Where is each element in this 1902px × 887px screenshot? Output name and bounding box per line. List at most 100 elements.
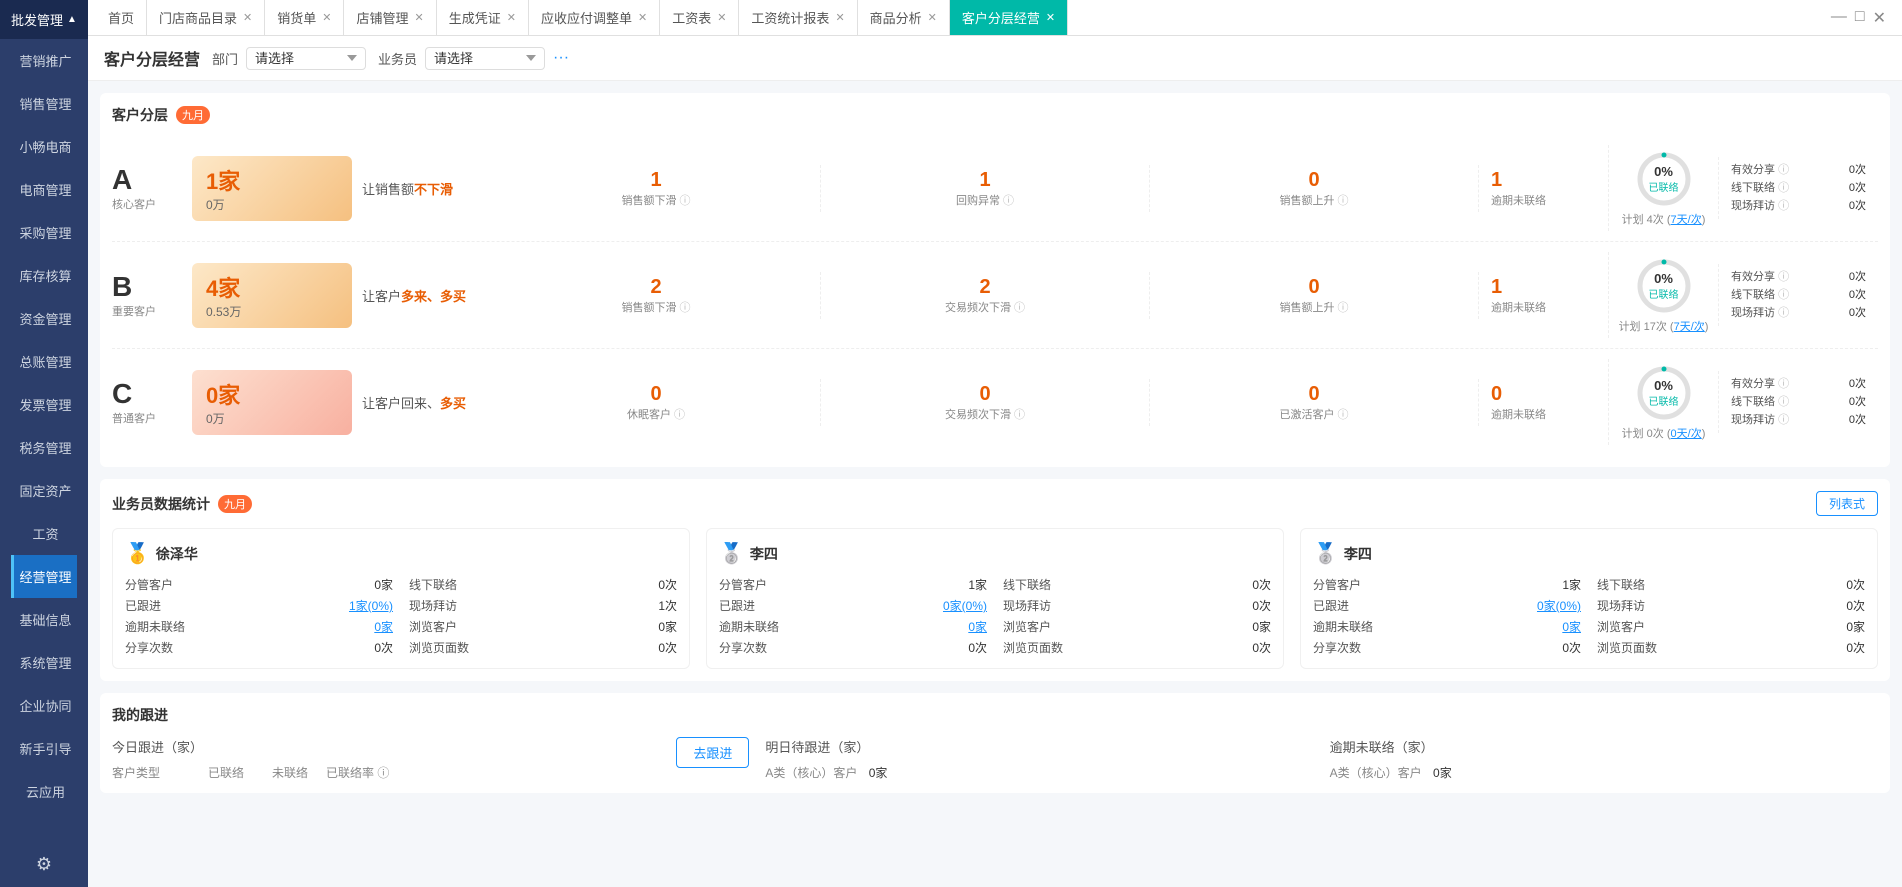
staff-stat-val[interactable]: 0家(0%) xyxy=(1537,597,1581,614)
stat-info-icon[interactable]: ⓘ xyxy=(680,192,691,208)
tab-close-icon[interactable]: ✕ xyxy=(1046,11,1055,24)
circle-sub: 已联络 xyxy=(1649,286,1679,301)
more-options-icon[interactable]: ··· xyxy=(553,49,569,67)
sidebar-item-经营管理[interactable]: 经营管理 xyxy=(11,555,76,598)
side-stat-row: 现场拜访 ⓘ0次 xyxy=(1731,411,1866,427)
staff-stat-val[interactable]: 0家 xyxy=(1562,618,1581,635)
tab-客户分层经营[interactable]: 客户分层经营✕ xyxy=(950,0,1068,36)
tier-count-block-C[interactable]: 0家 0万 xyxy=(192,362,352,443)
staff-stat-row: 浏览页面数0次 xyxy=(409,639,677,656)
tab-close-icon[interactable]: ✕ xyxy=(415,11,424,24)
tier-stat[interactable]: 1 销售额下滑 ⓘ xyxy=(492,165,820,212)
tier-stat[interactable]: 0 休眠客户 ⓘ xyxy=(492,379,820,426)
sidebar-item-固定资产[interactable]: 固定资产 xyxy=(11,469,76,512)
sidebar-item-基础信息[interactable]: 基础信息 xyxy=(11,598,76,641)
sidebar-item-库存核算[interactable]: 库存核算 xyxy=(11,254,76,297)
tab-生成凭证[interactable]: 生成凭证✕ xyxy=(437,0,529,36)
tab-应收应付调整单[interactable]: 应收应付调整单✕ xyxy=(529,0,660,36)
side-stat-info-icon[interactable]: ⓘ xyxy=(1778,307,1789,319)
staff-stat-row: 浏览页面数0次 xyxy=(1003,639,1271,656)
stat-label: 销售额上升 ⓘ xyxy=(1158,192,1470,208)
contact-num: 1 xyxy=(1491,169,1596,192)
tier-stat[interactable]: 2 销售额下滑 ⓘ xyxy=(492,272,820,319)
close-window-icon[interactable]: ✕ xyxy=(1873,8,1886,28)
sidebar-item-电商管理[interactable]: 电商管理 xyxy=(11,168,76,211)
stat-info-icon[interactable]: ⓘ xyxy=(674,406,685,422)
side-stat-info-icon[interactable]: ⓘ xyxy=(1778,271,1789,283)
side-stat-info-icon[interactable]: ⓘ xyxy=(1778,164,1789,176)
minimize-icon[interactable]: — xyxy=(1831,8,1847,28)
stat-label: 销售额下滑 ⓘ xyxy=(500,192,812,208)
staff-stat-val: 1家 xyxy=(968,576,987,593)
tab-close-icon[interactable]: ✕ xyxy=(507,11,516,24)
goto-followup-button[interactable]: 去跟进 xyxy=(676,737,749,768)
list-view-button[interactable]: 列表式 xyxy=(1816,491,1878,516)
stat-info-icon[interactable]: ⓘ xyxy=(680,299,691,315)
sidebar-settings-icon[interactable]: ⚙ xyxy=(0,842,88,887)
sidebar-item-采购管理[interactable]: 采购管理 xyxy=(11,211,76,254)
tier-contact-C[interactable]: 0 逾期未联络 xyxy=(1478,379,1608,426)
stat-info-icon[interactable]: ⓘ xyxy=(1338,299,1349,315)
staff-stat-val[interactable]: 0家 xyxy=(374,618,393,635)
tab-close-icon[interactable]: ✕ xyxy=(638,11,647,24)
sidebar-item-发票管理[interactable]: 发票管理 xyxy=(11,383,76,426)
stat-num: 2 xyxy=(500,276,812,299)
circle-plan-link[interactable]: 0天/次 xyxy=(1671,428,1702,440)
sidebar-item-小畅电商[interactable]: 小畅电商 xyxy=(11,125,76,168)
tab-close-icon[interactable]: ✕ xyxy=(928,11,937,24)
sidebar-header[interactable]: 批发管理 ▲ xyxy=(0,0,88,39)
sidebar-item-新手引导[interactable]: 新手引导 xyxy=(11,727,76,770)
tomorrow-followup-col: 明日待跟进（家） A类（核心）客户 0家 xyxy=(765,737,1313,781)
staff-stat-val[interactable]: 0家 xyxy=(968,618,987,635)
stat-info-icon[interactable]: ⓘ xyxy=(1338,192,1349,208)
tier-contact-A[interactable]: 1 逾期未联络 xyxy=(1478,165,1608,212)
stat-info-icon[interactable]: ⓘ xyxy=(1014,299,1025,315)
side-stat-info-icon[interactable]: ⓘ xyxy=(1778,200,1789,212)
sidebar-item-总账管理[interactable]: 总账管理 xyxy=(11,340,76,383)
tab-首页[interactable]: 首页 xyxy=(96,0,147,36)
side-stat-info-icon[interactable]: ⓘ xyxy=(1778,289,1789,301)
sidebar-item-云应用[interactable]: 云应用 xyxy=(11,770,76,813)
circle-plan-link[interactable]: 7天/次 xyxy=(1671,214,1702,226)
tab-商品分析[interactable]: 商品分析✕ xyxy=(858,0,950,36)
sidebar-item-工资[interactable]: 工资 xyxy=(11,512,76,555)
stat-info-icon[interactable]: ⓘ xyxy=(1003,192,1014,208)
side-stat-info-icon[interactable]: ⓘ xyxy=(1778,378,1789,390)
staff-stat-val[interactable]: 1家(0%) xyxy=(349,597,393,614)
sidebar-item-税务管理[interactable]: 税务管理 xyxy=(11,426,76,469)
sidebar-item-营销推广[interactable]: 营销推广 xyxy=(11,39,76,82)
sidebar-item-资金管理[interactable]: 资金管理 xyxy=(11,297,76,340)
staff-stat-val[interactable]: 0家(0%) xyxy=(943,597,987,614)
tab-工资统计报表[interactable]: 工资统计报表✕ xyxy=(739,0,857,36)
tier-stat[interactable]: 0 交易频次下滑 ⓘ xyxy=(820,379,1149,426)
stat-info-icon[interactable]: ⓘ xyxy=(1014,406,1025,422)
tab-close-icon[interactable]: ✕ xyxy=(835,11,844,24)
tier-stat[interactable]: 1 回购异常 ⓘ xyxy=(820,165,1149,212)
tier-stat[interactable]: 0 销售额上升 ⓘ xyxy=(1149,272,1478,319)
sidebar-expand-icon[interactable]: ▲ xyxy=(67,14,77,25)
side-stat-info-icon[interactable]: ⓘ xyxy=(1778,414,1789,426)
tab-close-icon[interactable]: ✕ xyxy=(243,11,252,24)
tier-stat[interactable]: 0 销售额上升 ⓘ xyxy=(1149,165,1478,212)
tier-count-block-A[interactable]: 1家 0万 xyxy=(192,148,352,229)
tab-门店商品目录[interactable]: 门店商品目录✕ xyxy=(147,0,265,36)
sidebar-item-企业协同[interactable]: 企业协同 xyxy=(11,684,76,727)
side-stat-info-icon[interactable]: ⓘ xyxy=(1778,182,1789,194)
staff-select[interactable]: 请选择 xyxy=(425,47,545,70)
tab-店铺管理[interactable]: 店铺管理✕ xyxy=(344,0,436,36)
tier-count-block-B[interactable]: 4家 0.53万 xyxy=(192,255,352,336)
tab-工资表[interactable]: 工资表✕ xyxy=(660,0,739,36)
tab-close-icon[interactable]: ✕ xyxy=(322,11,331,24)
side-stat-info-icon[interactable]: ⓘ xyxy=(1778,396,1789,408)
tab-close-icon[interactable]: ✕ xyxy=(717,11,726,24)
sidebar-item-销售管理[interactable]: 销售管理 xyxy=(11,82,76,125)
tab-销货单[interactable]: 销货单✕ xyxy=(265,0,344,36)
sidebar-item-系统管理[interactable]: 系统管理 xyxy=(11,641,76,684)
tier-contact-B[interactable]: 1 逾期未联络 xyxy=(1478,272,1608,319)
maximize-icon[interactable]: □ xyxy=(1855,8,1865,28)
tier-stat[interactable]: 0 已激活客户 ⓘ xyxy=(1149,379,1478,426)
dept-select[interactable]: 请选择 xyxy=(246,47,366,70)
circle-plan-link[interactable]: 7天/次 xyxy=(1674,321,1705,333)
tier-stat[interactable]: 2 交易频次下滑 ⓘ xyxy=(820,272,1149,319)
stat-info-icon[interactable]: ⓘ xyxy=(1338,406,1349,422)
